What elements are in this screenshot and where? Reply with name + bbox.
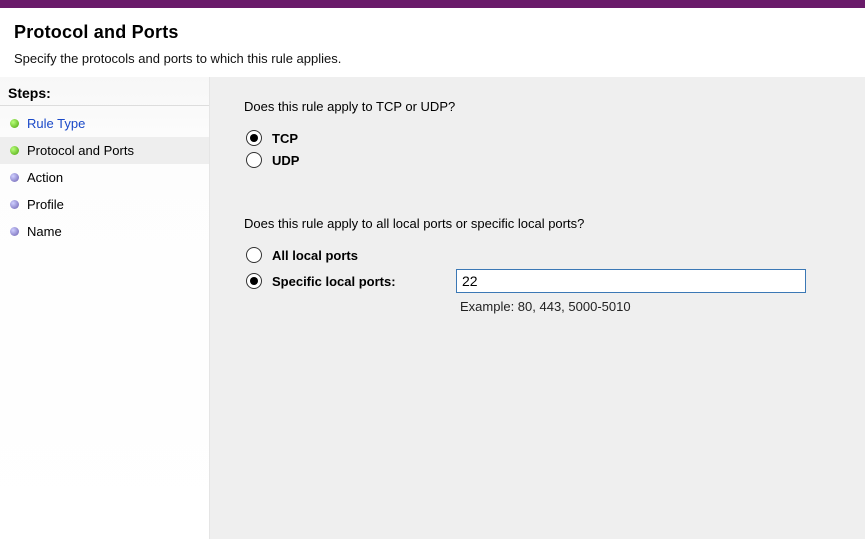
wizard-body: Steps: Rule Type Protocol and Ports Acti…: [0, 77, 865, 539]
step-label: Action: [27, 170, 63, 185]
steps-heading: Steps:: [0, 83, 209, 106]
step-bullet-icon: [10, 227, 19, 236]
protocol-question: Does this rule apply to TCP or UDP?: [244, 99, 835, 114]
radio-icon: [246, 247, 262, 263]
radio-label: All local ports: [272, 248, 358, 263]
step-bullet-icon: [10, 119, 19, 128]
radio-icon: [246, 152, 262, 168]
step-action[interactable]: Action: [0, 164, 209, 191]
step-name[interactable]: Name: [0, 218, 209, 245]
window-accent-bar: [0, 0, 865, 8]
specific-ports-input[interactable]: [456, 269, 806, 293]
page-title: Protocol and Ports: [14, 22, 851, 43]
ports-option-specific-row: Specific local ports:: [246, 269, 835, 293]
step-protocol-and-ports[interactable]: Protocol and Ports: [0, 137, 209, 164]
radio-label: UDP: [272, 153, 299, 168]
step-label: Protocol and Ports: [27, 143, 134, 158]
radio-label: Specific local ports:: [272, 274, 396, 289]
ports-option-all[interactable]: All local ports: [246, 247, 835, 263]
step-rule-type[interactable]: Rule Type: [0, 110, 209, 137]
protocol-option-udp[interactable]: UDP: [246, 152, 835, 168]
ports-question: Does this rule apply to all local ports …: [244, 216, 835, 231]
steps-list: Rule Type Protocol and Ports Action Prof…: [0, 106, 209, 245]
radio-label: TCP: [272, 131, 298, 146]
wizard-header: Protocol and Ports Specify the protocols…: [0, 8, 865, 77]
step-bullet-icon: [10, 200, 19, 209]
step-bullet-icon: [10, 146, 19, 155]
wizard-main-panel: Does this rule apply to TCP or UDP? TCP …: [210, 77, 865, 539]
step-label: Name: [27, 224, 62, 239]
steps-sidebar: Steps: Rule Type Protocol and Ports Acti…: [0, 77, 210, 539]
step-profile[interactable]: Profile: [0, 191, 209, 218]
ports-option-specific[interactable]: Specific local ports:: [246, 273, 446, 289]
radio-icon: [246, 130, 262, 146]
radio-icon: [246, 273, 262, 289]
ports-example-text: Example: 80, 443, 5000-5010: [460, 299, 835, 314]
step-bullet-icon: [10, 173, 19, 182]
step-label: Rule Type: [27, 116, 85, 131]
step-label: Profile: [27, 197, 64, 212]
page-subtitle: Specify the protocols and ports to which…: [14, 51, 851, 66]
protocol-option-tcp[interactable]: TCP: [246, 130, 835, 146]
